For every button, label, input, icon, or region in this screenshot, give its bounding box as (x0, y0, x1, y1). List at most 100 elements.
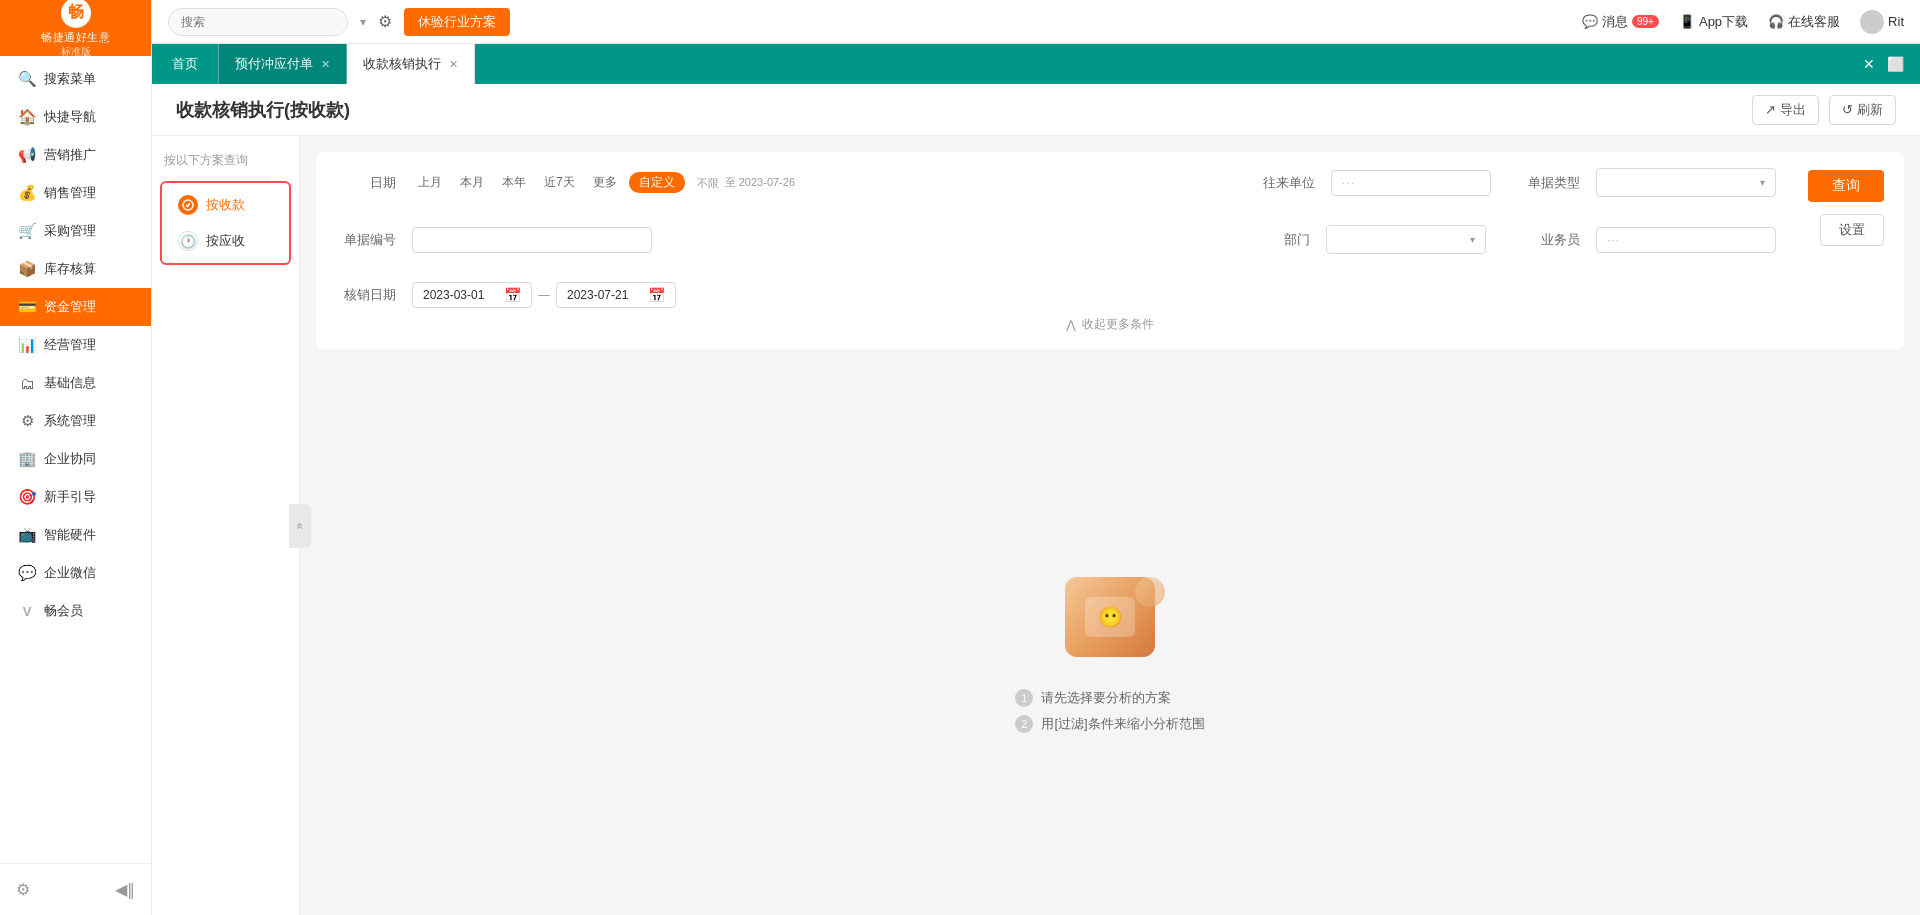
date-this-year[interactable]: 本年 (496, 172, 532, 193)
gear-icon[interactable]: ⚙ (378, 12, 392, 31)
by-collection-icon (178, 195, 198, 215)
app-download-btn[interactable]: 📱 App下载 (1679, 13, 1748, 31)
message-badge: 99+ (1632, 15, 1659, 28)
date-this-month[interactable]: 本月 (454, 172, 490, 193)
topbar-left: ▾ ⚙ 休验行业方案 (168, 8, 510, 36)
refresh-btn[interactable]: ↺ 刷新 (1829, 95, 1896, 125)
settings-icon[interactable]: ⚙ (16, 880, 30, 899)
date-custom[interactable]: 自定义 (629, 172, 685, 193)
date-7days[interactable]: 近7天 (538, 172, 581, 193)
refresh-icon: ↺ (1842, 102, 1853, 117)
export-icon: ↗ (1765, 102, 1776, 117)
setting-btn[interactable]: 设置 (1820, 214, 1884, 246)
service-btn[interactable]: 🎧 在线客服 (1768, 13, 1840, 31)
voucher-number-input[interactable] (412, 227, 652, 253)
collapse-filter-btn[interactable]: « (289, 504, 311, 548)
user-info[interactable]: Rit (1860, 10, 1904, 34)
operation-icon: 📊 (18, 336, 36, 354)
counterparty-placeholder: ··· (1342, 176, 1355, 190)
salesperson-select[interactable]: ··· (1596, 227, 1776, 253)
counterparty-label: 往来单位 (1255, 174, 1315, 192)
sidebar-item-sales[interactable]: 💰 销售管理 (0, 174, 151, 212)
sidebar-item-enterprise[interactable]: 🏢 企业协同 (0, 440, 151, 478)
maximize-window-icon[interactable]: ⬜ (1887, 56, 1904, 72)
voucher-row: 单据编号 部门 ▾ 业务员 ··· (336, 225, 1776, 254)
sidebar-item-inventory[interactable]: 📦 库存核算 (0, 250, 151, 288)
sidebar-label-marketing: 营销推广 (44, 146, 96, 164)
salesperson-placeholder: ··· (1607, 233, 1620, 247)
sidebar-item-member[interactable]: V 畅会员 (0, 592, 151, 630)
sidebar-label-smart-hw: 智能硬件 (44, 526, 96, 544)
message-icon: 💬 (1582, 14, 1598, 29)
tab-prepay[interactable]: 预付冲应付单 ✕ (219, 44, 347, 84)
dept-select[interactable]: ▾ (1326, 225, 1486, 254)
dept-label: 部门 (1250, 231, 1310, 249)
date-more[interactable]: 更多 (587, 172, 623, 193)
sidebar-item-operation[interactable]: 📊 经营管理 (0, 326, 151, 364)
tab-home-label: 首页 (172, 55, 198, 73)
verification-start-value: 2023-03-01 (423, 288, 484, 302)
verification-start-input[interactable]: 2023-03-01 📅 (412, 282, 532, 308)
sales-icon: 💰 (18, 184, 36, 202)
close-window-icon[interactable]: ✕ (1863, 56, 1875, 72)
sidebar-label-search: 搜索菜单 (44, 70, 96, 88)
tab-home[interactable]: 首页 (152, 44, 219, 84)
sidebar-item-guide[interactable]: 🎯 新手引导 (0, 478, 151, 516)
guide-icon: 🎯 (18, 488, 36, 506)
filter-panel-title: 按以下方案查询 (152, 148, 299, 177)
app-download-label: App下载 (1699, 13, 1748, 31)
hint-num-2: 2 (1015, 715, 1033, 733)
marketing-icon: 📢 (18, 146, 36, 164)
home-icon: 🏠 (18, 108, 36, 126)
collapse-more-btn[interactable]: ⋀ 收起更多条件 (336, 308, 1884, 333)
sidebar-item-system[interactable]: ⚙ 系统管理 (0, 402, 151, 440)
tab-collection-close[interactable]: ✕ (449, 58, 458, 71)
enterprise-icon: 🏢 (18, 450, 36, 468)
sidebar-item-finance[interactable]: 💳 资金管理 (0, 288, 151, 326)
finance-icon: 💳 (18, 298, 36, 316)
wechat-icon: 💬 (18, 564, 36, 582)
service-label: 在线客服 (1788, 13, 1840, 31)
verification-end-input[interactable]: 2023-07-21 📅 (556, 282, 676, 308)
sidebar-item-wechat[interactable]: 💬 企业微信 (0, 554, 151, 592)
tab-window-actions: ✕ ⬜ (1863, 44, 1920, 84)
empty-state: 😶 1 请先选择要分析的方案 2 用[过滤]条件来缩小分析范围 (316, 361, 1904, 899)
sidebar-item-quick-nav[interactable]: 🏠 快捷导航 (0, 98, 151, 136)
collapse-sidebar-btn[interactable]: ◀‖ (115, 880, 135, 899)
search-icon: 🔍 (18, 70, 36, 88)
calendar-end-icon[interactable]: 📅 (648, 287, 665, 303)
tab-spacer (475, 44, 1863, 84)
tabbar: 首页 预付冲应付单 ✕ 收款核销执行 ✕ ✕ ⬜ (152, 44, 1920, 84)
hint-num-1: 1 (1015, 689, 1033, 707)
sidebar-item-basic-info[interactable]: 🗂 基础信息 (0, 364, 151, 402)
tab-prepay-close[interactable]: ✕ (321, 58, 330, 71)
sidebar-item-search[interactable]: 🔍 搜索菜单 (0, 60, 151, 98)
message-btn[interactable]: 💬 消息 99+ (1582, 13, 1659, 31)
date-tabs: 上月 本月 本年 近7天 更多 自定义 不限 至 2023-07-26 (412, 172, 795, 193)
empty-hint-2: 2 用[过滤]条件来缩小分析范围 (1015, 715, 1204, 733)
voucher-type-label: 单据类型 (1525, 174, 1580, 192)
date-label: 日期 (336, 174, 396, 192)
tab-collection[interactable]: 收款核销执行 ✕ (347, 44, 475, 84)
voucher-type-select[interactable]: ▾ (1596, 168, 1776, 197)
calendar-start-icon[interactable]: 📅 (504, 287, 521, 303)
sidebar-item-marketing[interactable]: 📢 营销推广 (0, 136, 151, 174)
date-last-month[interactable]: 上月 (412, 172, 448, 193)
export-btn[interactable]: ↗ 导出 (1752, 95, 1819, 125)
app-logo: 畅 畅捷通好生意 标准版 (0, 0, 151, 56)
industry-btn[interactable]: 休验行业方案 (404, 8, 510, 36)
topbar-dropdown-arrow[interactable]: ▾ (360, 15, 366, 29)
salesperson-label: 业务员 (1520, 231, 1580, 249)
sidebar-label-sales: 销售管理 (44, 184, 96, 202)
sidebar-label-purchase: 采购管理 (44, 222, 96, 240)
filter-item-by-collection[interactable]: 按收款 (162, 187, 289, 223)
query-btn[interactable]: 查询 (1808, 170, 1884, 202)
main-area: ▾ ⚙ 休验行业方案 💬 消息 99+ 📱 App下载 🎧 在线客服 Rit (152, 0, 1920, 915)
query-area: 日期 上月 本月 本年 近7天 更多 自定义 不限 至 2023-07-26 (300, 136, 1920, 915)
search-input[interactable] (168, 8, 348, 36)
sidebar-item-smart-hw[interactable]: 📺 智能硬件 (0, 516, 151, 554)
export-label: 导出 (1780, 101, 1806, 119)
counterparty-select[interactable]: ··· (1331, 170, 1491, 196)
filter-item-by-receivable[interactable]: 🕐 按应收 (162, 223, 289, 259)
sidebar-item-purchase[interactable]: 🛒 采购管理 (0, 212, 151, 250)
